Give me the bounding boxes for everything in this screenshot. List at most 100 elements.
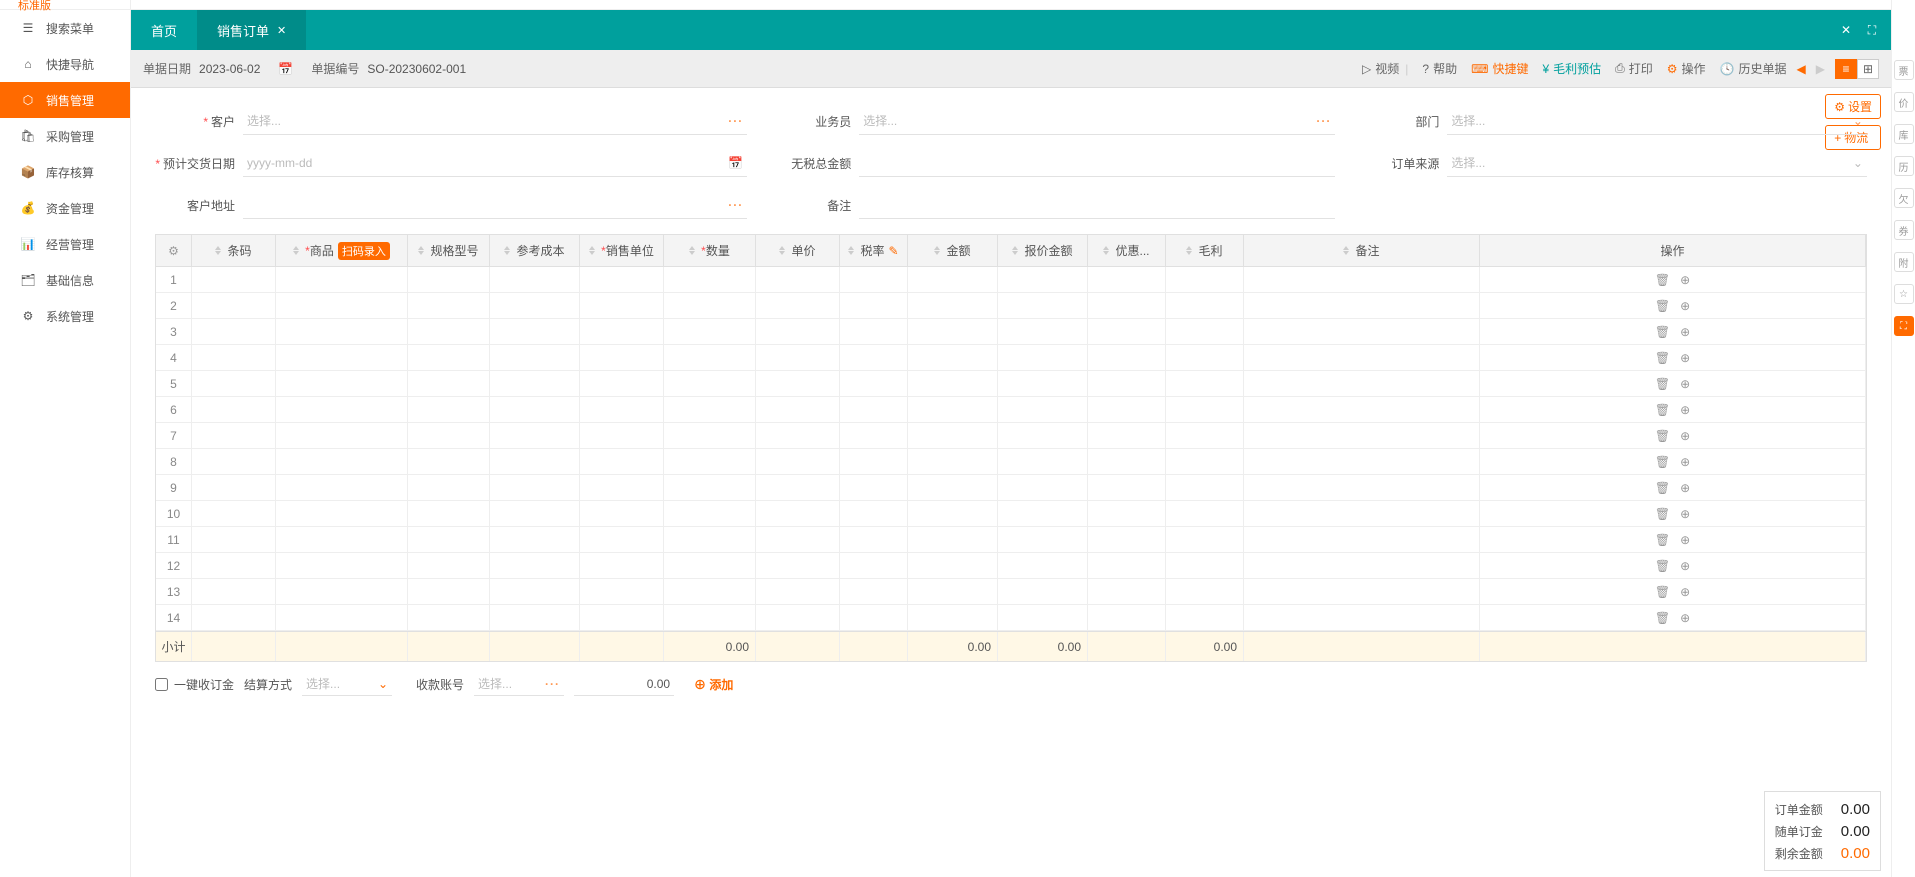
delete-icon[interactable]: 🗑: [1655, 455, 1670, 469]
cell[interactable]: [664, 267, 756, 292]
cell[interactable]: [1244, 371, 1480, 396]
rail-icon-3[interactable]: 历: [1894, 156, 1914, 176]
cell[interactable]: [908, 293, 998, 318]
cell[interactable]: [1088, 579, 1166, 604]
cell[interactable]: [490, 293, 580, 318]
col-header-3[interactable]: 规格型号: [408, 235, 490, 266]
table-row[interactable]: 7🗑⊕: [156, 423, 1866, 449]
cell[interactable]: [1166, 423, 1244, 448]
delete-icon[interactable]: 🗑: [1655, 325, 1670, 339]
cell[interactable]: [408, 345, 490, 370]
cell[interactable]: [1166, 267, 1244, 292]
copy-icon[interactable]: ⊕: [1680, 377, 1690, 391]
cell[interactable]: [580, 293, 664, 318]
account-amount[interactable]: 0.00: [574, 672, 674, 696]
table-row[interactable]: 3🗑⊕: [156, 319, 1866, 345]
doc-date-value[interactable]: 2023-06-02: [199, 62, 260, 76]
view-detail-icon[interactable]: ≡: [1835, 59, 1857, 79]
delete-icon[interactable]: 🗑: [1655, 611, 1670, 625]
cell[interactable]: [840, 449, 908, 474]
cell[interactable]: [276, 345, 408, 370]
cell[interactable]: [756, 449, 840, 474]
table-row[interactable]: 1🗑⊕: [156, 267, 1866, 293]
cell[interactable]: [756, 371, 840, 396]
table-row[interactable]: 10🗑⊕: [156, 501, 1866, 527]
cell[interactable]: [192, 475, 276, 500]
sort-icon[interactable]: [1103, 245, 1111, 257]
cell[interactable]: [998, 267, 1088, 292]
col-header-7[interactable]: 单价: [756, 235, 840, 266]
cell[interactable]: [908, 449, 998, 474]
cell[interactable]: [1244, 319, 1480, 344]
sort-icon[interactable]: [504, 245, 512, 257]
cell[interactable]: [1166, 605, 1244, 630]
customer-select[interactable]: ···: [243, 107, 747, 135]
view-card-icon[interactable]: ⊞: [1857, 59, 1879, 79]
cell[interactable]: [840, 345, 908, 370]
cell[interactable]: [1088, 475, 1166, 500]
cell[interactable]: [1244, 475, 1480, 500]
col-header-5[interactable]: *销售单位: [580, 235, 664, 266]
cell[interactable]: [664, 553, 756, 578]
copy-icon[interactable]: ⊕: [1680, 455, 1690, 469]
calendar-icon[interactable]: 📅: [728, 156, 743, 170]
print-button[interactable]: ⎙打印: [1615, 60, 1653, 77]
col-header-9[interactable]: 金额: [908, 235, 998, 266]
cell[interactable]: [490, 371, 580, 396]
cell[interactable]: [840, 475, 908, 500]
copy-icon[interactable]: ⊕: [1680, 585, 1690, 599]
cell[interactable]: [756, 501, 840, 526]
rail-icon-7[interactable]: ☆: [1894, 284, 1914, 304]
cell[interactable]: [908, 423, 998, 448]
cell[interactable]: [276, 579, 408, 604]
table-row[interactable]: 2🗑⊕: [156, 293, 1866, 319]
cell[interactable]: [998, 527, 1088, 552]
cell[interactable]: [998, 579, 1088, 604]
table-row[interactable]: 9🗑⊕: [156, 475, 1866, 501]
cell[interactable]: [490, 605, 580, 630]
cell[interactable]: [1088, 527, 1166, 552]
col-header-10[interactable]: 报价金额: [998, 235, 1088, 266]
cell[interactable]: [840, 267, 908, 292]
fullscreen-icon[interactable]: ⛶: [1863, 21, 1881, 39]
cell[interactable]: [1166, 527, 1244, 552]
chevron-down-icon[interactable]: ⌄: [1853, 156, 1863, 170]
copy-icon[interactable]: ⊕: [1680, 299, 1690, 313]
cell[interactable]: [756, 319, 840, 344]
cell[interactable]: [998, 475, 1088, 500]
cell[interactable]: [1244, 397, 1480, 422]
cell[interactable]: [490, 319, 580, 344]
cell[interactable]: [998, 423, 1088, 448]
cell[interactable]: [908, 319, 998, 344]
cell[interactable]: [192, 553, 276, 578]
cell[interactable]: [840, 293, 908, 318]
cell[interactable]: [580, 267, 664, 292]
cell[interactable]: [840, 397, 908, 422]
copy-icon[interactable]: ⊕: [1680, 533, 1690, 547]
cell[interactable]: [664, 527, 756, 552]
cell[interactable]: [1166, 579, 1244, 604]
cell[interactable]: [840, 553, 908, 578]
cell[interactable]: [998, 553, 1088, 578]
cell[interactable]: [1166, 553, 1244, 578]
cell[interactable]: [840, 319, 908, 344]
cell[interactable]: [756, 293, 840, 318]
delete-icon[interactable]: 🗑: [1655, 533, 1670, 547]
cell[interactable]: [490, 527, 580, 552]
cell[interactable]: [664, 371, 756, 396]
cell[interactable]: [1244, 501, 1480, 526]
copy-icon[interactable]: ⊕: [1680, 611, 1690, 625]
account-select[interactable]: 选择...···: [474, 672, 564, 696]
cell[interactable]: [580, 345, 664, 370]
cell[interactable]: [1244, 267, 1480, 292]
cell[interactable]: [998, 293, 1088, 318]
sidebar-item-quick-nav[interactable]: ⌂快捷导航: [0, 46, 130, 82]
cell[interactable]: [1244, 527, 1480, 552]
cell[interactable]: [580, 579, 664, 604]
sidebar-item-search-menu[interactable]: ☰搜索菜单: [0, 10, 130, 46]
sort-icon[interactable]: [848, 245, 856, 257]
cell[interactable]: [580, 553, 664, 578]
cell[interactable]: [408, 267, 490, 292]
cell[interactable]: [664, 319, 756, 344]
cell[interactable]: [1088, 397, 1166, 422]
